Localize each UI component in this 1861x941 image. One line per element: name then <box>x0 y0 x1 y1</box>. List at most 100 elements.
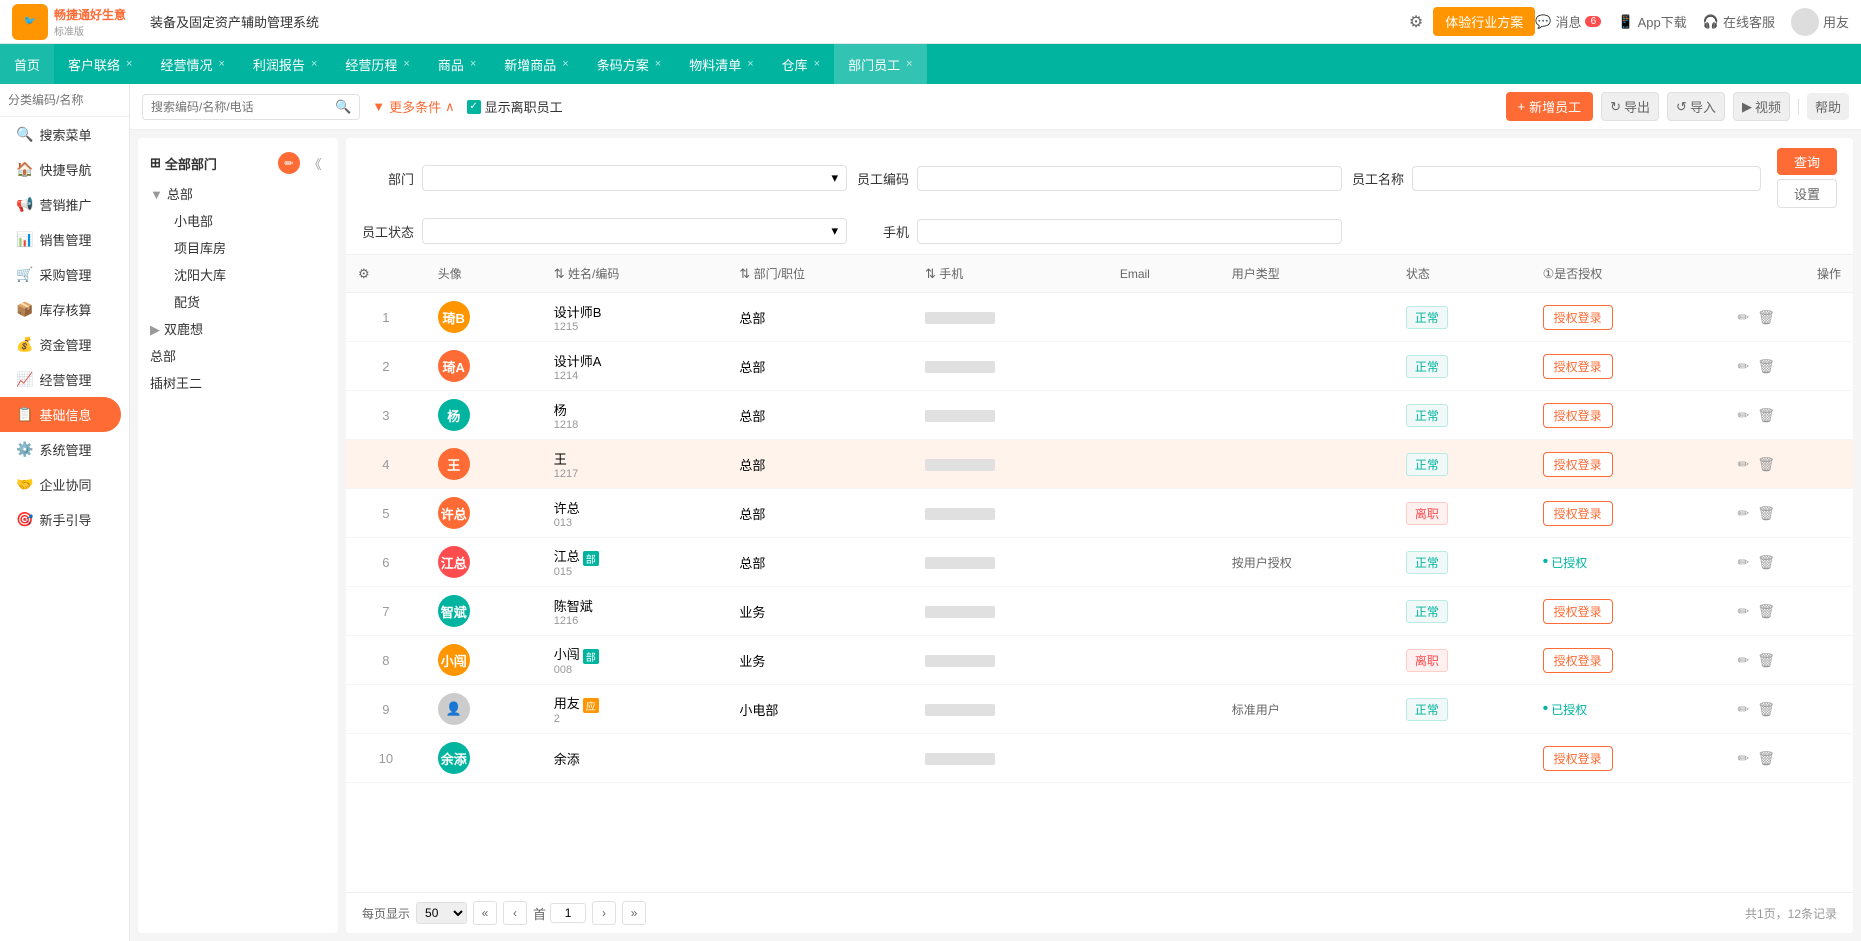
page-number-input[interactable] <box>550 903 586 923</box>
close-icon[interactable]: × <box>747 58 753 70</box>
tab-home[interactable]: 首页 <box>0 44 54 84</box>
tab-barcode[interactable]: 条码方案× <box>583 44 675 84</box>
auth-button[interactable]: 授权登录 <box>1543 305 1613 330</box>
tab-add-goods[interactable]: 新增商品× <box>490 44 582 84</box>
close-icon[interactable]: × <box>126 58 132 70</box>
sidebar-item-marketing[interactable]: 📢 营销推广 <box>0 187 129 222</box>
export-button[interactable]: ↻ 导出 <box>1601 92 1659 121</box>
page-size-select[interactable]: 50 100 <box>416 902 467 924</box>
tab-customer[interactable]: 客户联络× <box>54 44 146 84</box>
tab-employees[interactable]: 部门员工× <box>834 44 926 84</box>
edit-icon[interactable]: ✏ <box>1737 701 1749 718</box>
delete-icon[interactable]: 🗑 <box>1757 554 1775 571</box>
edit-icon[interactable]: ✏ <box>1737 358 1749 375</box>
query-button[interactable]: 查询 <box>1777 148 1837 175</box>
auth-button[interactable]: 授权登录 <box>1543 354 1613 379</box>
dept-collapse-button[interactable]: 《 <box>304 152 326 174</box>
search-input[interactable] <box>151 100 331 114</box>
message-button[interactable]: 💬 消息 6 <box>1535 12 1601 31</box>
user-area[interactable]: 用友 <box>1791 8 1849 36</box>
close-icon[interactable]: × <box>470 58 476 70</box>
edit-icon[interactable]: ✏ <box>1737 652 1749 669</box>
sidebar-item-guide[interactable]: 🎯 新手引导 <box>0 502 129 537</box>
auth-button[interactable]: 授权登录 <box>1543 501 1613 526</box>
edit-icon[interactable]: ✏ <box>1737 750 1749 767</box>
edit-icon[interactable]: ✏ <box>1737 407 1749 424</box>
close-icon[interactable]: × <box>562 58 568 70</box>
next-page-button[interactable]: › <box>592 901 616 925</box>
tab-goods[interactable]: 商品× <box>424 44 490 84</box>
dept-node-zongbu[interactable]: 总部 <box>138 342 338 369</box>
edit-icon[interactable]: ✏ <box>1737 554 1749 571</box>
sidebar-item-sales[interactable]: 📊 销售管理 <box>0 222 129 257</box>
dept-node-project-store[interactable]: 项目库房 <box>162 234 338 261</box>
online-service-button[interactable]: 🎧 在线客服 <box>1703 12 1775 31</box>
sidebar-item-nav[interactable]: 🏠 快捷导航 <box>0 152 129 187</box>
tab-bom[interactable]: 物料清单× <box>675 44 767 84</box>
close-icon[interactable]: × <box>655 58 661 70</box>
emp-code-input[interactable] <box>917 166 1342 191</box>
delete-icon[interactable]: 🗑 <box>1757 407 1775 424</box>
sidebar-search-input[interactable] <box>8 93 130 107</box>
auth-button[interactable]: 授权登录 <box>1543 452 1613 477</box>
col-name[interactable]: ⇅ 姓名/编码 <box>542 255 728 293</box>
close-icon[interactable]: × <box>814 58 820 70</box>
delete-icon[interactable]: 🗑 <box>1757 309 1775 326</box>
tab-history[interactable]: 经营历程× <box>331 44 423 84</box>
col-settings[interactable]: ⚙ <box>346 255 426 293</box>
delete-icon[interactable]: 🗑 <box>1757 701 1775 718</box>
auth-button[interactable]: 授权登录 <box>1543 746 1613 771</box>
edit-icon[interactable]: ✏ <box>1737 456 1749 473</box>
emp-name-input[interactable] <box>1412 166 1761 191</box>
auth-button[interactable]: 授权登录 <box>1543 599 1613 624</box>
dept-node-shenyang[interactable]: 沈阳大库 <box>162 261 338 288</box>
delete-icon[interactable]: 🗑 <box>1757 750 1775 767</box>
close-icon[interactable]: × <box>311 58 317 70</box>
col-dept[interactable]: ⇅ 部门/职位 <box>727 255 913 293</box>
sidebar-search[interactable]: 🔍 <box>0 84 129 117</box>
emp-status-select[interactable]: ▾ <box>422 218 847 244</box>
sidebar-item-operation[interactable]: 📈 经营管理 <box>0 362 129 397</box>
trial-button[interactable]: 体验行业方案 <box>1433 7 1535 36</box>
delete-icon[interactable]: 🗑 <box>1757 456 1775 473</box>
dept-node-shuanglu[interactable]: ▶双鹿想 <box>138 315 338 342</box>
sidebar-item-collab[interactable]: 🤝 企业协同 <box>0 467 129 502</box>
gear-icon[interactable]: ⚙ <box>1409 12 1423 32</box>
show-resigned-toggle[interactable]: ✓ 显示离职员工 <box>467 97 563 116</box>
tab-operation[interactable]: 经营情况× <box>146 44 238 84</box>
import-button[interactable]: ↺ 导入 <box>1667 92 1725 121</box>
dept-all-label[interactable]: ⊞ 全部部门 <box>150 154 217 173</box>
edit-icon[interactable]: ✏ <box>1737 603 1749 620</box>
edit-icon[interactable]: ✏ <box>1737 505 1749 522</box>
delete-icon[interactable]: 🗑 <box>1757 505 1775 522</box>
col-phone[interactable]: ⇅ 手机 <box>913 255 1108 293</box>
last-page-button[interactable]: » <box>622 901 646 925</box>
first-page-button[interactable]: « <box>473 901 497 925</box>
sidebar-item-purchase[interactable]: 🛒 采购管理 <box>0 257 129 292</box>
tab-profit[interactable]: 利润报告× <box>239 44 331 84</box>
sidebar-item-finance[interactable]: 💰 资金管理 <box>0 327 129 362</box>
help-button[interactable]: 帮助 <box>1807 93 1849 120</box>
delete-icon[interactable]: 🗑 <box>1757 603 1775 620</box>
prev-page-button[interactable]: ‹ <box>503 901 527 925</box>
dept-node-small-elec[interactable]: 小电部 <box>162 207 338 234</box>
close-icon[interactable]: × <box>403 58 409 70</box>
sidebar-item-search[interactable]: 🔍 搜索菜单 <box>0 117 129 152</box>
dept-select[interactable]: ▾ <box>422 165 847 191</box>
auth-button[interactable]: 授权登录 <box>1543 648 1613 673</box>
sidebar-item-system[interactable]: ⚙️ 系统管理 <box>0 432 129 467</box>
close-icon[interactable]: × <box>218 58 224 70</box>
sidebar-item-inventory[interactable]: 📦 库存核算 <box>0 292 129 327</box>
auth-button[interactable]: 授权登录 <box>1543 403 1613 428</box>
dept-add-button[interactable]: ✏ <box>278 152 300 174</box>
phone-input[interactable] <box>917 219 1342 244</box>
add-employee-button[interactable]: + 新增员工 <box>1506 92 1594 121</box>
tab-warehouse[interactable]: 仓库× <box>768 44 834 84</box>
dept-node-delivery[interactable]: 配货 <box>162 288 338 315</box>
view-button[interactable]: ▶ 视频 <box>1733 92 1790 121</box>
edit-icon[interactable]: ✏ <box>1737 309 1749 326</box>
close-icon[interactable]: × <box>906 58 912 70</box>
dept-node-chashuwang[interactable]: 插树王二 <box>138 369 338 396</box>
delete-icon[interactable]: 🗑 <box>1757 358 1775 375</box>
more-filter-button[interactable]: ▼ 更多条件 ∧ <box>372 97 454 116</box>
